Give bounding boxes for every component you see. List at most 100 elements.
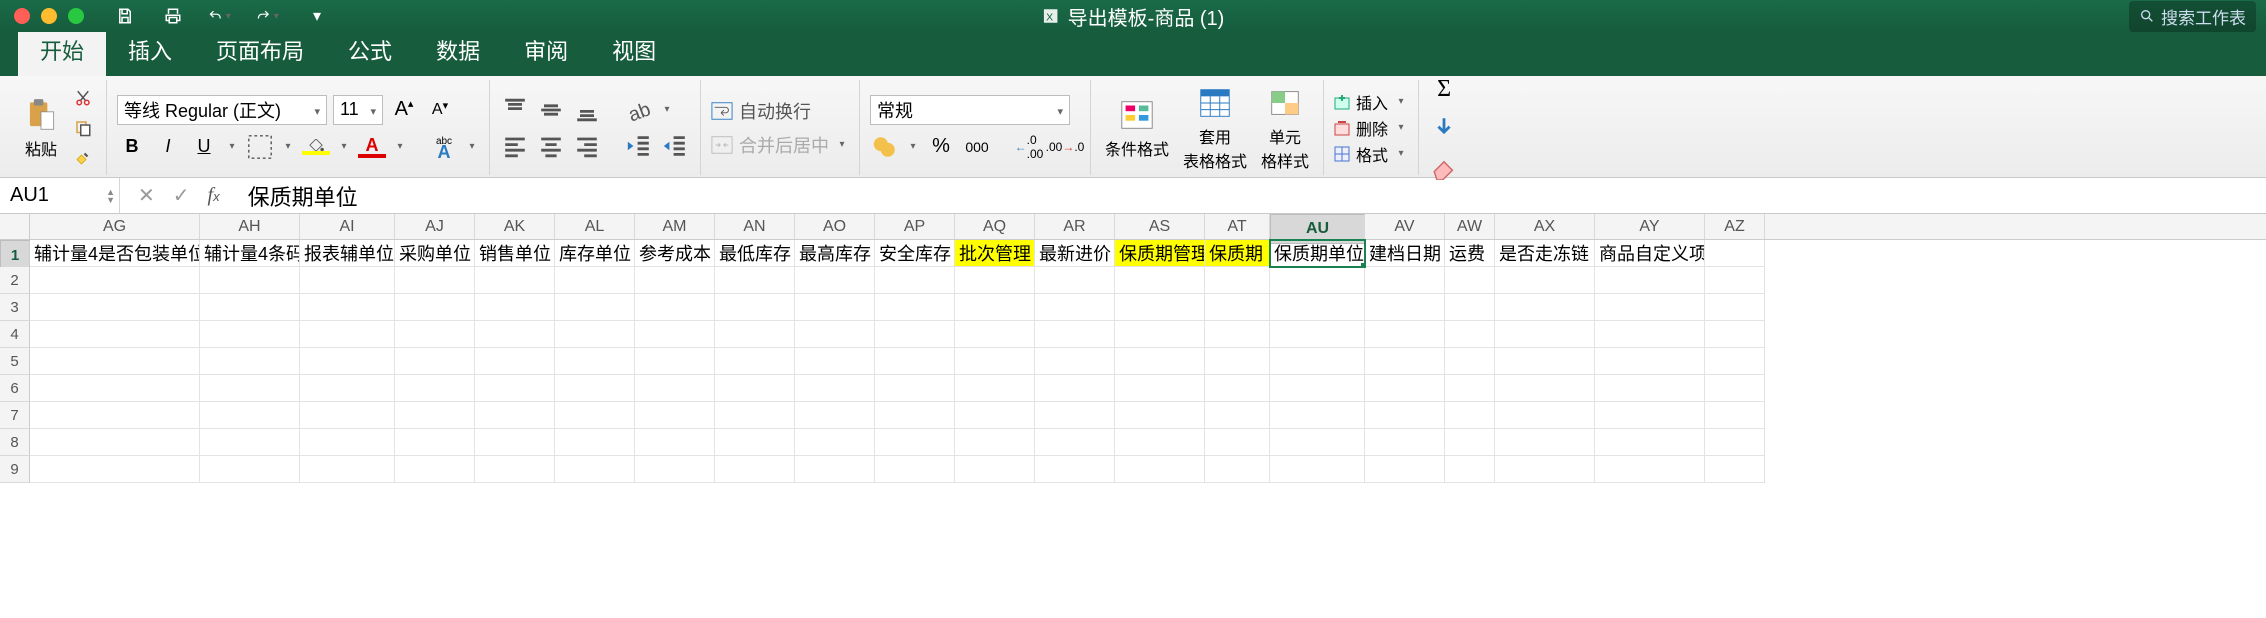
cell-AN3[interactable] <box>715 294 795 321</box>
cell-AZ7[interactable] <box>1705 402 1765 429</box>
cell-AV5[interactable] <box>1365 348 1445 375</box>
col-header-AT[interactable]: AT <box>1205 214 1270 239</box>
cell-AS7[interactable] <box>1115 402 1205 429</box>
col-header-AO[interactable]: AO <box>795 214 875 239</box>
cell-AR2[interactable] <box>1035 267 1115 294</box>
cell-AR1[interactable]: 最新进价 <box>1035 240 1115 267</box>
cell-AK2[interactable] <box>475 267 555 294</box>
cell-AO7[interactable] <box>795 402 875 429</box>
cancel-formula-icon[interactable]: ✕ <box>138 183 155 208</box>
col-header-AJ[interactable]: AJ <box>395 214 475 239</box>
cell-AN4[interactable] <box>715 321 795 348</box>
orientation-button[interactable]: ab <box>624 96 654 124</box>
cell-AV7[interactable] <box>1365 402 1445 429</box>
align-middle-icon[interactable] <box>536 96 566 124</box>
cell-AK8[interactable] <box>475 429 555 456</box>
cell-AJ9[interactable] <box>395 456 475 483</box>
cell-AT9[interactable] <box>1205 456 1270 483</box>
cell-AP9[interactable] <box>875 456 955 483</box>
cell-AR7[interactable] <box>1035 402 1115 429</box>
cell-AK7[interactable] <box>475 402 555 429</box>
cell-AH1[interactable]: 辅计量4条码 <box>200 240 300 267</box>
cell-AL7[interactable] <box>555 402 635 429</box>
cell-AR5[interactable] <box>1035 348 1115 375</box>
borders-dropdown[interactable] <box>281 141 295 152</box>
cell-AG3[interactable] <box>30 294 200 321</box>
cell-AI5[interactable] <box>300 348 395 375</box>
cell-AN8[interactable] <box>715 429 795 456</box>
cell-AM3[interactable] <box>635 294 715 321</box>
cell-AQ5[interactable] <box>955 348 1035 375</box>
cell-AL2[interactable] <box>555 267 635 294</box>
cell-styles-button[interactable]: 单元 格样式 <box>1257 84 1313 172</box>
cell-AZ1[interactable] <box>1705 240 1765 267</box>
cell-AX8[interactable] <box>1495 429 1595 456</box>
underline-button[interactable]: U <box>189 133 219 161</box>
cell-AW1[interactable]: 运费 <box>1445 240 1495 267</box>
cell-AL3[interactable] <box>555 294 635 321</box>
cell-AM8[interactable] <box>635 429 715 456</box>
tab-公式[interactable]: 公式 <box>326 26 414 76</box>
cell-AZ5[interactable] <box>1705 348 1765 375</box>
cell-AX7[interactable] <box>1495 402 1595 429</box>
cell-AR4[interactable] <box>1035 321 1115 348</box>
cell-AY5[interactable] <box>1595 348 1705 375</box>
decrease-indent-icon[interactable] <box>624 132 654 160</box>
cell-AZ4[interactable] <box>1705 321 1765 348</box>
cell-AI8[interactable] <box>300 429 395 456</box>
cell-AZ6[interactable] <box>1705 375 1765 402</box>
paste-button[interactable]: 粘贴 <box>18 96 64 160</box>
col-header-AH[interactable]: AH <box>200 214 300 239</box>
decrease-font-icon[interactable]: A▾ <box>425 96 455 124</box>
col-header-AP[interactable]: AP <box>875 214 955 239</box>
cell-AV6[interactable] <box>1365 375 1445 402</box>
cell-AM2[interactable] <box>635 267 715 294</box>
cell-AH4[interactable] <box>200 321 300 348</box>
cell-AK1[interactable]: 销售单位 <box>475 240 555 267</box>
cell-AJ3[interactable] <box>395 294 475 321</box>
cell-AJ5[interactable] <box>395 348 475 375</box>
delete-cells-button[interactable]: 删除 <box>1334 116 1408 140</box>
cell-AG9[interactable] <box>30 456 200 483</box>
percent-format-icon[interactable]: % <box>926 133 956 161</box>
cell-AX9[interactable] <box>1495 456 1595 483</box>
zoom-window-button[interactable] <box>68 8 84 24</box>
cell-AG2[interactable] <box>30 267 200 294</box>
copy-icon[interactable] <box>70 117 96 139</box>
align-left-icon[interactable] <box>500 132 530 160</box>
cell-AU5[interactable] <box>1270 348 1365 375</box>
underline-dropdown[interactable] <box>225 141 239 152</box>
format-painter-icon[interactable] <box>70 147 96 169</box>
cell-AX5[interactable] <box>1495 348 1595 375</box>
col-header-AM[interactable]: AM <box>635 214 715 239</box>
format-as-table-button[interactable]: 套用 表格格式 <box>1179 84 1251 172</box>
cell-AN1[interactable]: 最低库存 <box>715 240 795 267</box>
row-header-7[interactable]: 7 <box>0 402 30 429</box>
col-header-AK[interactable]: AK <box>475 214 555 239</box>
cell-AG5[interactable] <box>30 348 200 375</box>
cell-AV1[interactable]: 建档日期 <box>1365 240 1445 267</box>
cell-AP4[interactable] <box>875 321 955 348</box>
font-color-button[interactable]: A <box>357 133 387 161</box>
font-color-dropdown[interactable] <box>393 141 407 152</box>
save-icon[interactable] <box>112 5 138 27</box>
row-header-8[interactable]: 8 <box>0 429 30 456</box>
col-header-AG[interactable]: AG <box>30 214 200 239</box>
cell-AS8[interactable] <box>1115 429 1205 456</box>
col-header-AW[interactable]: AW <box>1445 214 1495 239</box>
cell-AS9[interactable] <box>1115 456 1205 483</box>
col-header-AX[interactable]: AX <box>1495 214 1595 239</box>
cell-AT5[interactable] <box>1205 348 1270 375</box>
cell-AI9[interactable] <box>300 456 395 483</box>
cell-AH7[interactable] <box>200 402 300 429</box>
cell-AO4[interactable] <box>795 321 875 348</box>
cell-AO1[interactable]: 最高库存 <box>795 240 875 267</box>
cell-AR6[interactable] <box>1035 375 1115 402</box>
cell-AU9[interactable] <box>1270 456 1365 483</box>
phonetic-dropdown[interactable] <box>465 141 479 152</box>
cell-AK4[interactable] <box>475 321 555 348</box>
cell-AZ8[interactable] <box>1705 429 1765 456</box>
increase-decimal-icon[interactable]: ←.0.00 <box>1014 133 1044 161</box>
cell-AO2[interactable] <box>795 267 875 294</box>
cell-AM4[interactable] <box>635 321 715 348</box>
